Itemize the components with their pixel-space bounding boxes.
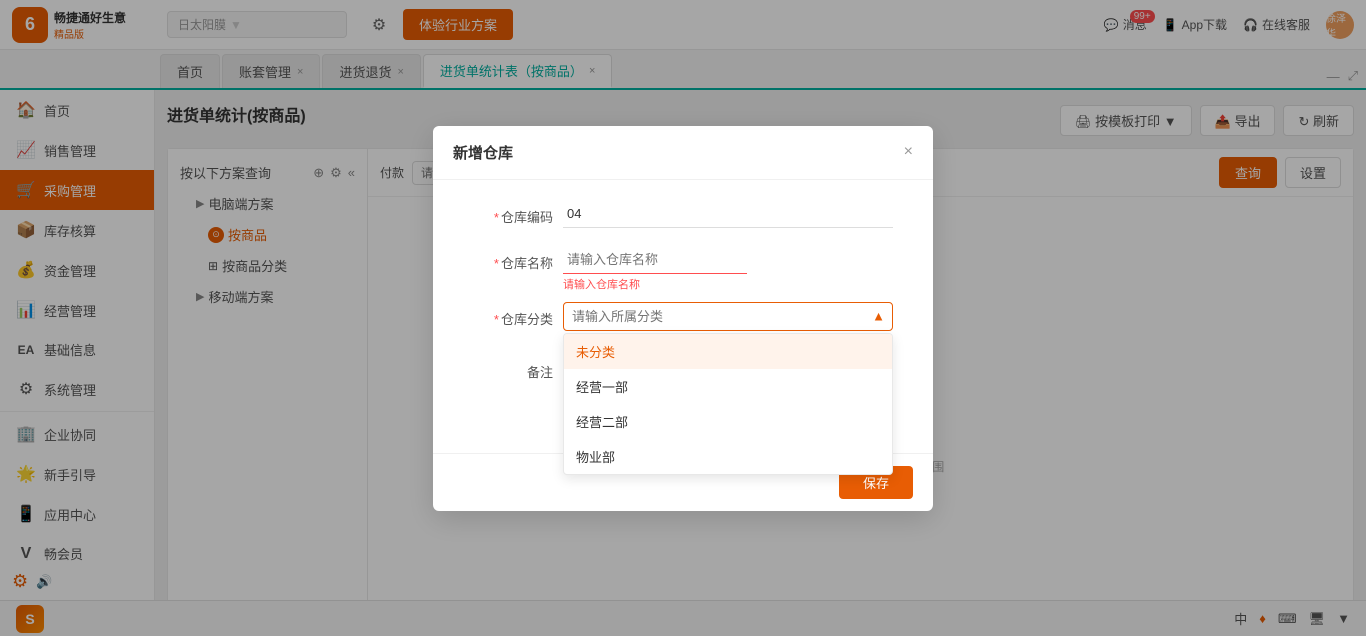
dropdown-item-uncategorized[interactable]: 未分类 — [564, 334, 892, 369]
warehouse-category-label: 仓库分类 — [473, 302, 553, 328]
form-row-category: 仓库分类 ▲ 未分类 经营一部 经营二部 物业部 — [473, 302, 893, 331]
warehouse-code-input[interactable] — [563, 200, 893, 228]
warehouse-category-wrap: ▲ 未分类 经营一部 经营二部 物业部 — [563, 302, 893, 331]
modal-backdrop: 新增仓库 × 仓库编码 仓库名称 请输入仓库名称 仓库分类 — [0, 0, 1366, 636]
new-warehouse-modal: 新增仓库 × 仓库编码 仓库名称 请输入仓库名称 仓库分类 — [433, 126, 933, 511]
dropdown-item-operation1[interactable]: 经营一部 — [564, 369, 892, 404]
modal-body: 仓库编码 仓库名称 请输入仓库名称 仓库分类 ▲ 未分类 — [433, 180, 933, 453]
modal-title: 新增仓库 — [453, 142, 513, 163]
warehouse-name-wrap: 请输入仓库名称 — [563, 246, 893, 274]
warehouse-name-input[interactable] — [563, 246, 747, 274]
modal-header: 新增仓库 × — [433, 126, 933, 180]
warehouse-name-error: 请输入仓库名称 — [563, 276, 640, 292]
dropdown-item-property[interactable]: 物业部 — [564, 439, 892, 474]
modal-close-button[interactable]: × — [904, 143, 913, 161]
warehouse-name-label: 仓库名称 — [473, 246, 553, 272]
category-dropdown: 未分类 经营一部 经营二部 物业部 — [563, 333, 893, 475]
note-label: 备注 — [473, 355, 553, 381]
dropdown-item-operation2[interactable]: 经营二部 — [564, 404, 892, 439]
warehouse-code-label: 仓库编码 — [473, 200, 553, 226]
form-row-name: 仓库名称 请输入仓库名称 — [473, 246, 893, 274]
form-row-code: 仓库编码 — [473, 200, 893, 228]
warehouse-category-input[interactable] — [563, 302, 893, 331]
